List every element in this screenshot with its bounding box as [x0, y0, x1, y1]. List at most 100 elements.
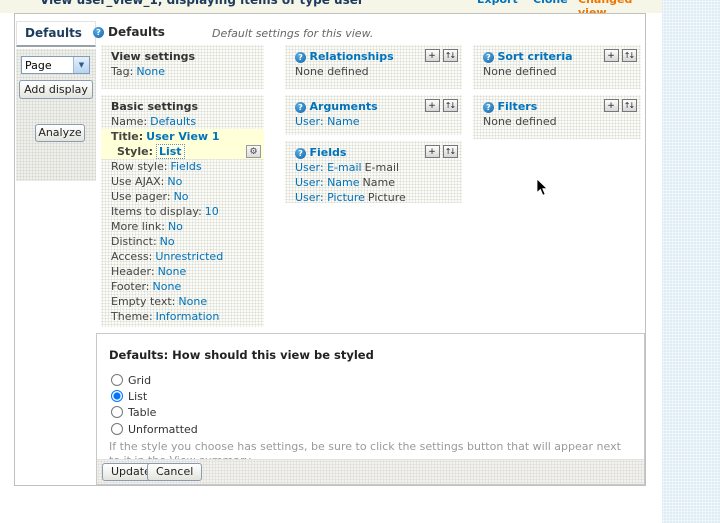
setting-row: Row style:Fields	[111, 159, 254, 174]
page-title: Defaults	[108, 25, 165, 39]
filters-header-link[interactable]: Filters	[498, 100, 538, 113]
empty-text: None defined	[483, 114, 631, 129]
setting-row: Style:List	[111, 144, 254, 159]
views-ui-container: Defaults Page ▼ Add display Analyze ? De…	[14, 13, 646, 486]
display-type-select-value: Page	[25, 58, 52, 73]
changed-view-status: Changed view	[578, 0, 662, 13]
empty-text-value-link[interactable]: None	[178, 295, 207, 308]
tag-value-link[interactable]: None	[136, 65, 165, 78]
radio-unformatted[interactable]	[111, 423, 123, 435]
use-ajax-value-link[interactable]: No	[167, 175, 182, 188]
access-value-link[interactable]: Unrestricted	[155, 250, 223, 263]
style-settings-gear-icon[interactable]: ⚙	[246, 145, 261, 158]
page-description: Default settings for this view.	[212, 27, 373, 40]
setting-row: Use AJAX:No	[111, 174, 254, 189]
empty-text: None defined	[295, 64, 452, 79]
argument-link[interactable]: User: Name	[295, 115, 360, 128]
rearrange-icon[interactable]: ↑↓	[443, 145, 458, 158]
distinct-value-link[interactable]: No	[160, 235, 175, 248]
setting-row: Items to display:10	[111, 204, 254, 219]
form-title: Defaults: How should this view be styled	[109, 348, 374, 362]
setting-row: Name:Defaults	[111, 114, 254, 129]
setting-row: More link:No	[111, 219, 254, 234]
add-icon[interactable]: +	[425, 99, 440, 112]
clone-link[interactable]: Clone	[533, 0, 568, 6]
page-background-texture	[662, 0, 720, 523]
setting-row: Tag:None	[111, 64, 254, 79]
radio-grid[interactable]	[111, 374, 123, 386]
sort-criteria-header-link[interactable]: Sort criteria	[498, 50, 573, 63]
items-to-display-value-link[interactable]: 10	[205, 205, 219, 218]
style-value-link[interactable]: List	[156, 144, 185, 159]
rearrange-icon[interactable]: ↑↓	[622, 49, 637, 62]
relationships-header-link[interactable]: Relationships	[310, 50, 394, 63]
view-title: View user_view_1, displaying items of ty…	[40, 0, 364, 7]
section-relationships: ? Relationships None defined + ↑↓	[285, 45, 462, 89]
setting-row: Title:User View 1	[111, 129, 254, 144]
top-title-bar: View user_view_1, displaying items of ty…	[0, 0, 662, 13]
theme-value-link[interactable]: Information	[156, 310, 220, 323]
rearrange-icon[interactable]: ↑↓	[443, 99, 458, 112]
field-row: User: NameName	[295, 175, 452, 190]
section-filters: ? Filters None defined + ↑↓	[473, 95, 641, 139]
help-icon: ?	[295, 52, 306, 63]
form-actions: Update Cancel	[97, 459, 644, 484]
tab-defaults[interactable]: Defaults	[16, 21, 96, 47]
radio-table[interactable]	[111, 406, 123, 418]
rearrange-icon[interactable]: ↑↓	[443, 49, 458, 62]
select-arrow-icon: ▼	[73, 57, 89, 73]
display-sidebar: Page ▼ Add display Analyze	[16, 49, 96, 181]
help-icon: ?	[295, 102, 306, 113]
fields-header-link[interactable]: Fields	[310, 146, 347, 159]
add-icon[interactable]: +	[604, 49, 619, 62]
radio-option-unformatted[interactable]: Unformatted	[111, 423, 198, 438]
section-arguments: ? Arguments User: Name + ↑↓	[285, 95, 462, 135]
display-type-select[interactable]: Page ▼	[21, 56, 90, 74]
section-basic-settings: Basic settings Name:Defaults Title:User …	[101, 95, 264, 327]
export-link[interactable]: Export	[477, 0, 518, 6]
radio-option-table[interactable]: Table	[111, 406, 156, 421]
help-icon: ?	[483, 102, 494, 113]
analyze-button[interactable]: Analyze	[35, 124, 85, 142]
cancel-button[interactable]: Cancel	[147, 463, 202, 481]
arguments-header-link[interactable]: Arguments	[310, 100, 378, 113]
radio-option-list[interactable]: List	[111, 390, 147, 405]
add-icon[interactable]: +	[425, 49, 440, 62]
setting-row: Empty text:None	[111, 294, 254, 309]
section-fields: ? Fields User: E-mailE-mail User: NameNa…	[285, 141, 462, 203]
add-icon[interactable]: +	[604, 99, 619, 112]
setting-row: Theme:Information	[111, 309, 254, 324]
use-pager-value-link[interactable]: No	[174, 190, 189, 203]
field-row: User: PicturePicture	[295, 190, 452, 205]
section-view-settings: View settings Tag:None	[101, 45, 264, 89]
field-link[interactable]: User: Name	[295, 176, 360, 189]
section-title: View settings	[111, 49, 254, 64]
style-form: Defaults: How should this view be styled…	[96, 333, 645, 485]
field-link[interactable]: User: E-mail	[295, 161, 362, 174]
rearrange-icon[interactable]: ↑↓	[622, 99, 637, 112]
empty-text: None defined	[483, 64, 631, 79]
setting-row: Footer:None	[111, 279, 254, 294]
setting-row: Header:None	[111, 264, 254, 279]
row-style-value-link[interactable]: Fields	[170, 160, 201, 173]
highlighted-settings: Title:User View 1 Style:List ⚙	[101, 129, 264, 159]
radio-list[interactable]	[111, 390, 123, 402]
title-value-link[interactable]: User View 1	[146, 130, 219, 143]
add-icon[interactable]: +	[425, 145, 440, 158]
radio-option-grid[interactable]: Grid	[111, 374, 151, 389]
header-value-link[interactable]: None	[158, 265, 187, 278]
help-icon: ?	[93, 27, 104, 38]
field-row: User: E-mailE-mail	[295, 160, 452, 175]
setting-row: Distinct:No	[111, 234, 254, 249]
field-link[interactable]: User: Picture	[295, 191, 365, 204]
help-icon: ?	[483, 52, 494, 63]
more-link-value-link[interactable]: No	[168, 220, 183, 233]
add-display-button[interactable]: Add display	[19, 80, 93, 99]
argument-row: User: Name	[295, 114, 452, 129]
setting-row: Access:Unrestricted	[111, 249, 254, 264]
help-icon: ?	[295, 148, 306, 159]
footer-value-link[interactable]: None	[153, 280, 182, 293]
section-title: Basic settings	[111, 99, 254, 114]
name-value-link[interactable]: Defaults	[150, 115, 196, 128]
setting-row: Use pager:No	[111, 189, 254, 204]
